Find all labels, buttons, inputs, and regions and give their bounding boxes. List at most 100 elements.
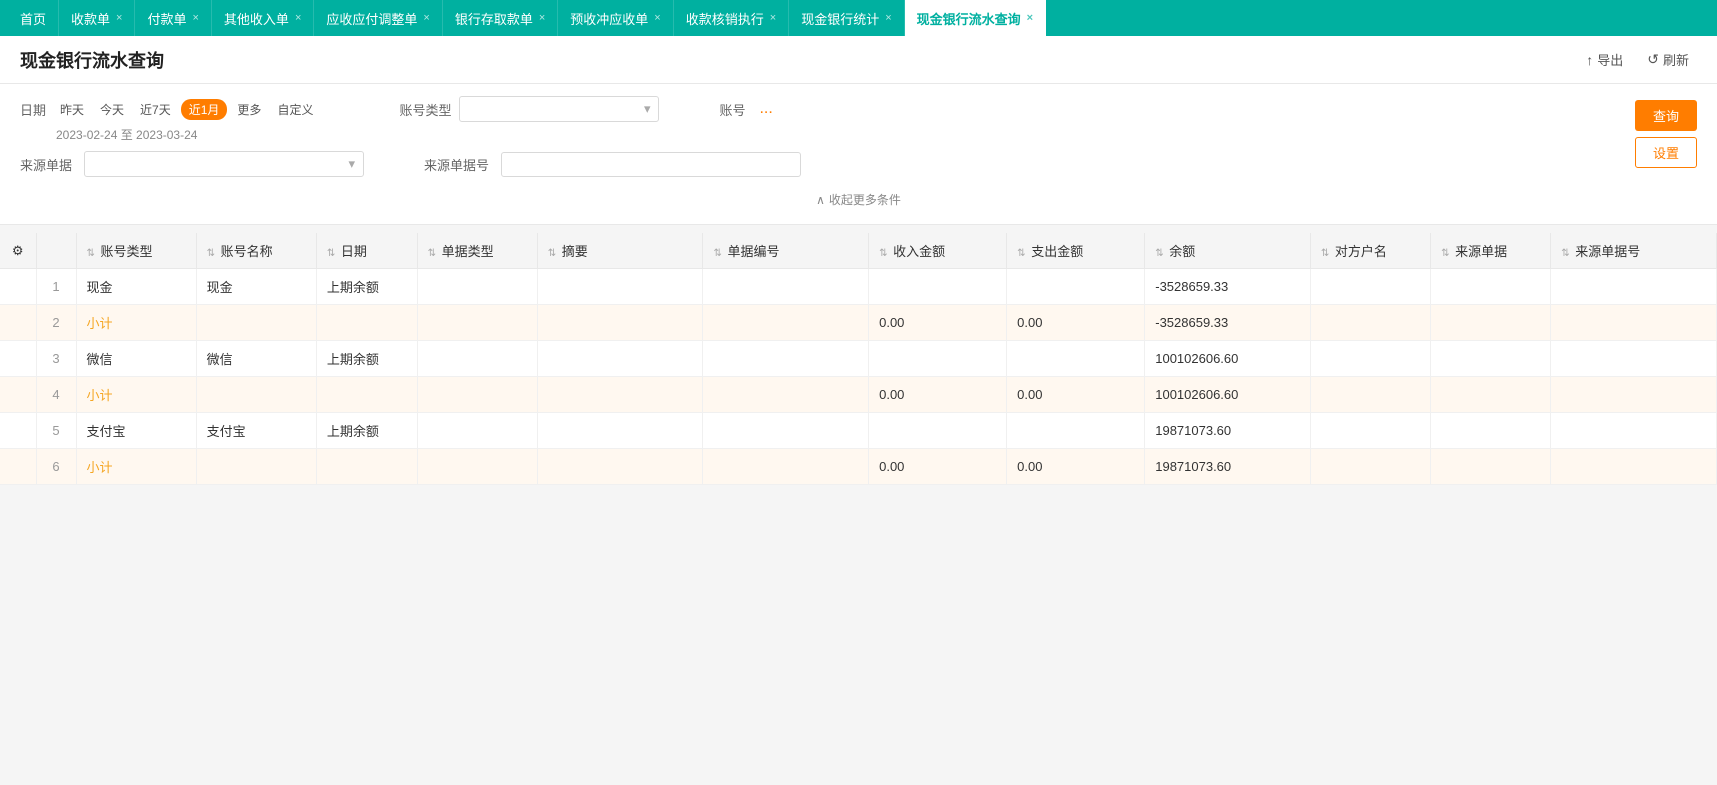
col-summary-header[interactable]: ⇅ 摘要 [537,233,703,269]
refresh-button[interactable]: ↺ 刷新 [1639,46,1697,73]
summary-cell [537,377,703,413]
source-doc-select[interactable]: ▾ [84,151,364,177]
source-doc-no-input[interactable] [501,152,801,177]
income-cell [869,341,1007,377]
close-icon[interactable]: × [116,12,122,24]
account-type-label: 账号类型 [399,100,451,119]
nav-tab-现金银行流水查询[interactable]: 现金银行流水查询 × [905,0,1046,36]
doc-type-cell [417,377,537,413]
date-btn-1month[interactable]: 近1月 [181,99,228,120]
source-doc-cell [1431,341,1551,377]
col-doc-no-header[interactable]: ⇅ 单据编号 [703,233,869,269]
gear-cell [0,413,36,449]
date-btn-7days[interactable]: 近7天 [134,99,177,120]
summary-cell [537,413,703,449]
export-button[interactable]: ↑ 导出 [1578,46,1631,73]
nav-home[interactable]: 首页 [8,0,59,36]
account-type-cell: 现金 [76,269,196,305]
counterparty-cell [1310,341,1430,377]
table-area: ⚙ ⇅ 账号类型 ⇅ 账号名称 ⇅ 日期 ⇅ 单据类型 [0,233,1717,485]
balance-cell: -3528659.33 [1145,269,1311,305]
source-doc-no-label: 来源单据号 [424,155,489,174]
col-balance-label: 余额 [1169,244,1195,259]
gear-cell [0,341,36,377]
source-doc-cell [1431,449,1551,485]
close-icon[interactable]: × [539,12,545,24]
nav-tab-预收冲应收单[interactable]: 预收冲应收单 × [558,0,673,36]
nav-tab-label: 银行存取款单 [455,9,533,28]
nav-tab-应收应付调整单[interactable]: 应收应付调整单 × [314,0,442,36]
nav-tab-收款单[interactable]: 收款单 × [59,0,135,36]
col-account-type-label: 账号类型 [101,244,153,259]
col-expense-header[interactable]: ⇅ 支出金额 [1007,233,1145,269]
nav-tab-label: 现金银行流水查询 [917,9,1021,28]
close-icon[interactable]: × [885,12,891,24]
account-type-cell: 小计 [76,377,196,413]
col-counterparty-header[interactable]: ⇅ 对方户名 [1310,233,1430,269]
date-btn-today[interactable]: 今天 [94,99,130,120]
date-btn-yesterday[interactable]: 昨天 [54,99,90,120]
col-account-type-header[interactable]: ⇅ 账号类型 [76,233,196,269]
account-name-cell: 现金 [196,269,316,305]
date-btn-more[interactable]: 更多 [231,99,267,120]
nav-tab-label: 付款单 [147,9,186,28]
account-name-cell: 微信 [196,341,316,377]
account-type-cell: 支付宝 [76,413,196,449]
sort-icon: ⇅ [87,248,95,259]
gear-cell [0,305,36,341]
col-account-name-header[interactable]: ⇅ 账号名称 [196,233,316,269]
doc-no-cell [703,413,869,449]
filter-row-2: 来源单据 ▾ 来源单据号 [20,151,1635,177]
sort-icon: ⇅ [879,248,887,259]
sort-icon: ⇅ [1155,248,1163,259]
balance-cell: 19871073.60 [1145,449,1311,485]
close-icon[interactable]: × [192,12,198,24]
account-filter: 账号 ... [719,100,778,119]
nav-tab-银行存取款单[interactable]: 银行存取款单 × [443,0,558,36]
close-icon[interactable]: × [295,12,301,24]
account-type-cell: 微信 [76,341,196,377]
refresh-label: 刷新 [1663,50,1689,69]
nav-tab-其他收入单[interactable]: 其他收入单 × [212,0,314,36]
close-icon[interactable]: × [1027,12,1033,24]
sort-icon: ⇅ [428,248,436,259]
source-doc-cell [1431,377,1551,413]
num-cell: 6 [36,449,76,485]
settings-button[interactable]: 设置 [1635,137,1697,168]
filter-area: 日期 昨天 今天 近7天 近1月 更多 自定义 账号类型 ▾ [0,84,1717,225]
close-icon[interactable]: × [770,12,776,24]
close-icon[interactable]: × [654,12,660,24]
refresh-icon: ↺ [1647,51,1659,68]
date-cell: 上期余额 [316,341,417,377]
page-title: 现金银行流水查询 [20,47,164,73]
query-button[interactable]: 查询 [1635,100,1697,131]
gear-cell [0,449,36,485]
doc-no-cell [703,305,869,341]
close-icon[interactable]: × [423,12,429,24]
col-gear-header: ⚙ [0,233,36,269]
gear-icon[interactable]: ⚙ [12,243,24,258]
source-doc-filter: 来源单据 ▾ [20,151,364,177]
source-doc-no-cell [1551,269,1717,305]
account-type-select[interactable]: ▾ [459,96,659,122]
counterparty-cell [1310,413,1430,449]
col-source-doc-header[interactable]: ⇅ 来源单据 [1431,233,1551,269]
col-income-header[interactable]: ⇅ 收入金额 [869,233,1007,269]
nav-tab-收款核销执行[interactable]: 收款核销执行 × [674,0,789,36]
nav-tab-现金银行统计[interactable]: 现金银行统计 × [789,0,904,36]
account-name-cell [196,449,316,485]
account-dots-button[interactable]: ... [753,100,778,118]
counterparty-cell [1310,269,1430,305]
nav-home-label: 首页 [20,9,46,28]
chevron-down-icon: ▾ [644,101,651,117]
nav-tab-付款单[interactable]: 付款单 × [135,0,211,36]
col-date-header[interactable]: ⇅ 日期 [316,233,417,269]
collapse-bar[interactable]: ∧ 收起更多条件 [20,187,1697,212]
col-doc-type-header[interactable]: ⇅ 单据类型 [417,233,537,269]
nav-tab-label: 收款核销执行 [686,9,764,28]
summary-cell [537,305,703,341]
col-balance-header[interactable]: ⇅ 余额 [1145,233,1311,269]
date-btn-custom[interactable]: 自定义 [271,99,319,120]
nav-tab-label: 现金银行统计 [801,9,879,28]
col-source-doc-no-header[interactable]: ⇅ 来源单据号 [1551,233,1717,269]
